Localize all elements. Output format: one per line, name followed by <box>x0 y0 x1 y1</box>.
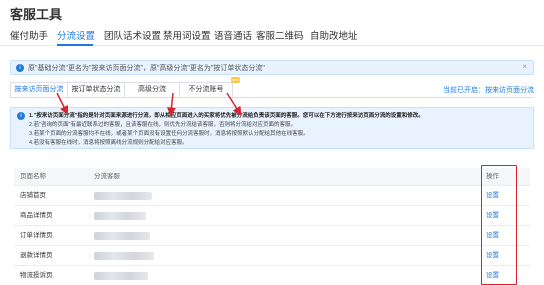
app-window: 客服工具 催付助手 分流设置 团队话术设置 禁用词设置 语音通话 客服二维码 自… <box>0 0 544 285</box>
annotation-arrow <box>166 92 176 117</box>
annotation-arrow <box>226 92 242 116</box>
annotation-arrows <box>56 92 242 117</box>
annotation-arrow <box>56 92 69 116</box>
